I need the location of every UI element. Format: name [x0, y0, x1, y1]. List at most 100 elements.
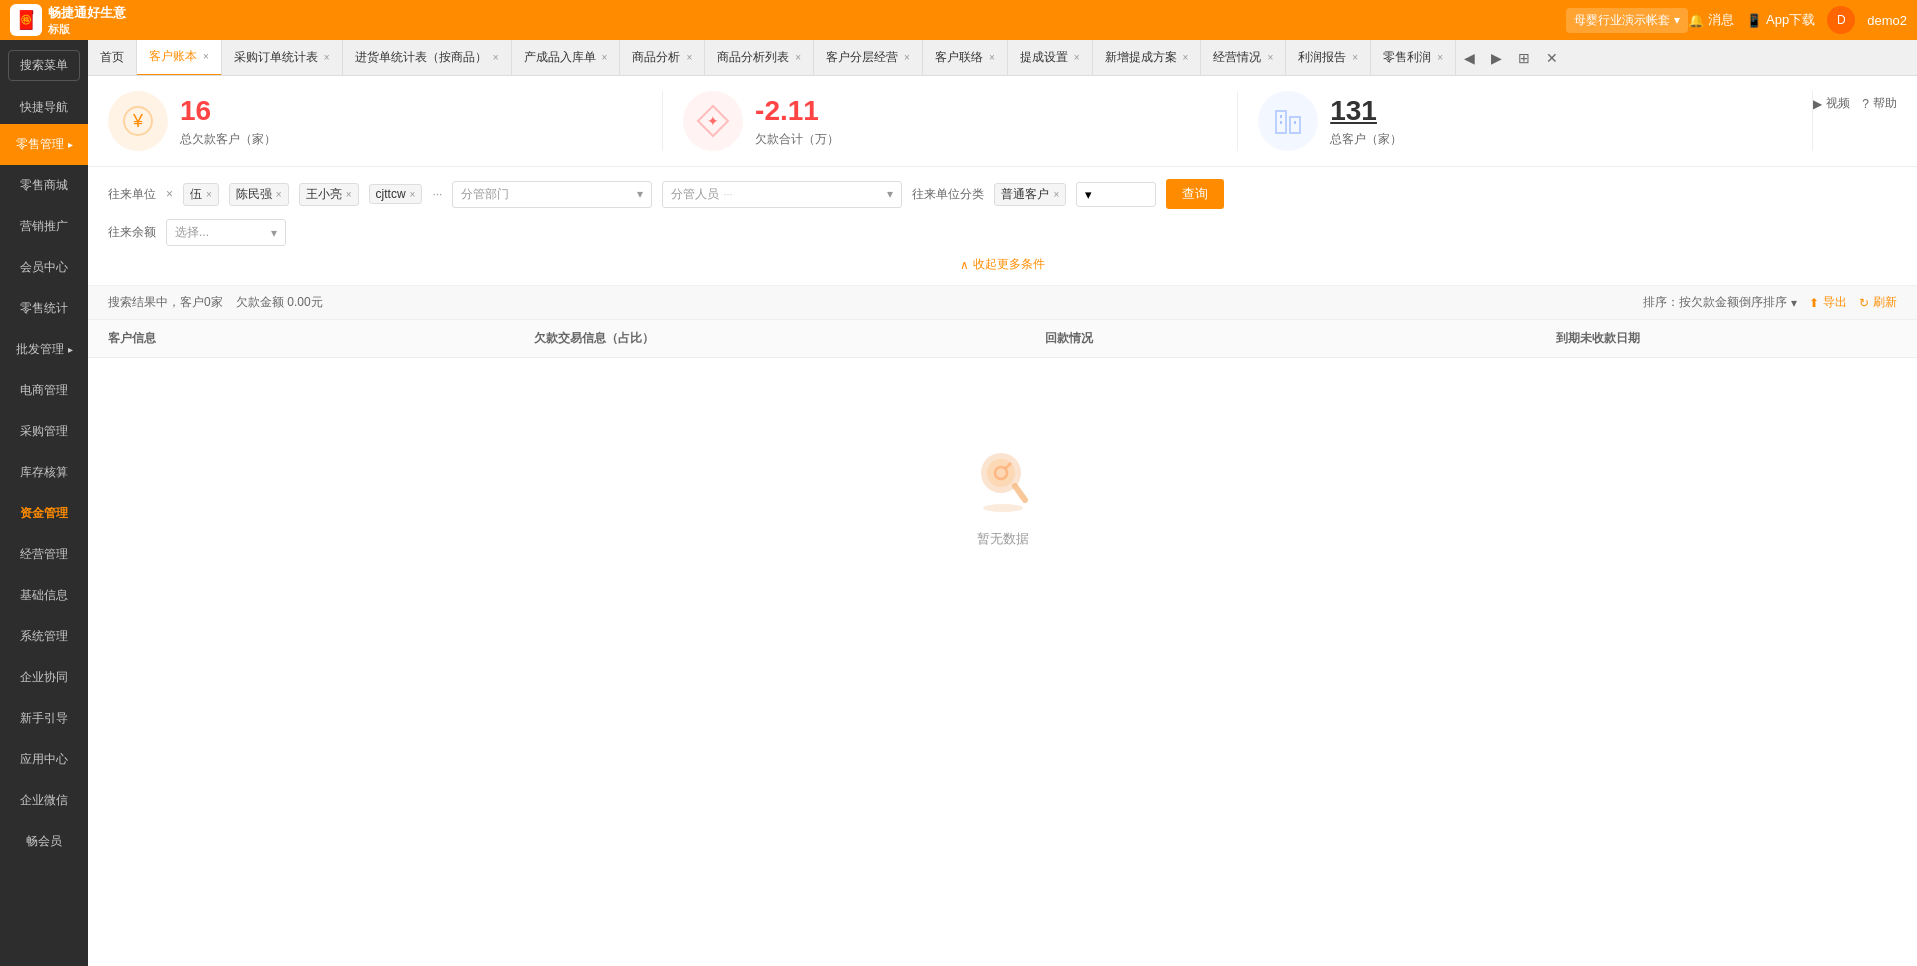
unit-type-dropdown[interactable]: ▾ [1076, 182, 1156, 207]
sidebar-item-enterprise[interactable]: 企业协同 [0, 657, 88, 698]
chevron-down-dept: ▾ [637, 187, 643, 201]
tab-retail-profit[interactable]: 零售利润 × [1371, 40, 1456, 76]
sidebar-item-ecommerce[interactable]: 电商管理 [0, 370, 88, 411]
sidebar-item-apps[interactable]: 应用中心 [0, 739, 88, 780]
tab-nav-left[interactable]: ◀ [1456, 50, 1483, 66]
sidebar-item-purchase[interactable]: 采购管理 [0, 411, 88, 452]
close-tab-icon[interactable]: × [1074, 52, 1080, 63]
close-tab-icon[interactable]: × [324, 52, 330, 63]
sort-dropdown[interactable]: 排序：按欠款金额倒序排序 ▾ [1643, 294, 1797, 311]
tab-goods-analysis[interactable]: 商品分析 × [620, 40, 705, 76]
tag-wu[interactable]: 伍 × [183, 183, 219, 206]
tab-close-all-btn[interactable]: ✕ [1538, 50, 1566, 66]
tag-normal-customer[interactable]: 普通客户 × [994, 183, 1066, 206]
tag-wang[interactable]: 王小亮 × [299, 183, 359, 206]
tab-add-commission[interactable]: 新增提成方案 × [1093, 40, 1202, 76]
close-tab-icon[interactable]: × [686, 52, 692, 63]
collapse-row: ∧ 收起更多条件 [108, 256, 1897, 273]
app-download-btn[interactable]: 📱 App下载 [1746, 11, 1815, 29]
close-tab-icon[interactable]: × [795, 52, 801, 63]
more-tags[interactable]: ··· [432, 187, 442, 201]
close-tab-icon[interactable]: × [1352, 52, 1358, 63]
sort-chevron-icon: ▾ [1791, 296, 1797, 310]
debt-icon: ✦ [683, 91, 743, 151]
tab-profit-report[interactable]: 利润报告 × [1286, 40, 1371, 76]
filter-row-1: 往来单位 × 伍 × 陈民强 × 王小亮 × [108, 179, 1897, 209]
remove-unit-type[interactable]: × [1053, 189, 1059, 200]
sidebar-item-basic-info[interactable]: 基础信息 [0, 575, 88, 616]
messages-btn[interactable]: 🔔 消息 [1688, 11, 1734, 29]
close-tab-icon[interactable]: × [989, 52, 995, 63]
tab-home[interactable]: 首页 [88, 40, 137, 76]
tab-customer-ledger[interactable]: 客户账本 × [137, 40, 222, 76]
dept-select[interactable]: 分管部门 ▾ [452, 181, 652, 208]
tab-nav-right[interactable]: ▶ [1483, 50, 1510, 66]
sidebar-item-marketing[interactable]: 营销推广 [0, 206, 88, 247]
close-tab-icon[interactable]: × [1437, 52, 1443, 63]
stat-amount-info: -2.11 欠款合计（万） [755, 95, 839, 148]
tab-goods-analysis-list[interactable]: 商品分析列表 × [705, 40, 814, 76]
stat-debt-info: 16 总欠款客户（家） [180, 95, 276, 148]
col-header-payment: 回款情况 [1045, 330, 1556, 347]
export-btn[interactable]: ⬆ 导出 [1809, 294, 1847, 311]
tag-chen[interactable]: 陈民强 × [229, 183, 289, 206]
refresh-btn[interactable]: ↻ 刷新 [1859, 294, 1897, 311]
balance-select[interactable]: 选择... ▾ [166, 219, 286, 246]
balance-label: 往来余额 [108, 224, 156, 241]
sidebar-item-finance[interactable]: 资金管理 [0, 493, 88, 534]
total-customers-number: 131 [1330, 95, 1402, 127]
sidebar-item-member[interactable]: 会员中心 [0, 247, 88, 288]
video-link[interactable]: ▶ 视频 [1813, 95, 1850, 112]
tag-cjttcw[interactable]: cjttcw × [369, 184, 423, 204]
sidebar-item-system[interactable]: 系统管理 [0, 616, 88, 657]
person-select[interactable]: 分管人员 ··· ▾ [662, 181, 902, 208]
query-btn[interactable]: 查询 [1166, 179, 1224, 209]
remove-tag-wu[interactable]: × [206, 189, 212, 200]
close-tab-icon[interactable]: × [1267, 52, 1273, 63]
tab-operations[interactable]: 经营情况 × [1201, 40, 1286, 76]
stat-total-customers: 131 总客户（家） [1238, 91, 1813, 151]
remove-tag-wang[interactable]: × [346, 189, 352, 200]
sidebar-item-retail-mgmt[interactable]: 零售管理 ▸ [0, 124, 88, 165]
chevron-down-unit: ▾ [1085, 187, 1092, 202]
tab-production[interactable]: 产成品入库单 × [512, 40, 621, 76]
debt-amount-number: -2.11 [755, 95, 839, 127]
tab-commission-settings[interactable]: 提成设置 × [1008, 40, 1093, 76]
avatar[interactable]: D [1827, 6, 1855, 34]
sidebar-item-retail-mall[interactable]: 零售商城 [0, 165, 88, 206]
sidebar-item-retail-stats[interactable]: 零售统计 [0, 288, 88, 329]
money-icon: ¥ [108, 91, 168, 151]
close-tab-icon[interactable]: × [493, 52, 499, 63]
search-menu-btn[interactable]: 搜索菜单 [8, 50, 80, 81]
sidebar-item-member2[interactable]: 畅会员 [0, 821, 88, 862]
bell-icon: 🔔 [1688, 13, 1704, 28]
stat-debt-amount: ✦ -2.11 欠款合计（万） [663, 91, 1238, 151]
close-tab-icon[interactable]: × [904, 52, 910, 63]
tab-purchase-order-stats[interactable]: 采购订单统计表 × [222, 40, 343, 76]
tab-customer-contact[interactable]: 客户联络 × [923, 40, 1008, 76]
collapse-btn[interactable]: ∧ 收起更多条件 [960, 256, 1045, 273]
quick-nav-btn[interactable]: 快捷导航 [0, 91, 88, 124]
help-icon: ? [1862, 97, 1869, 111]
stat-actions: ▶ 视频 ? 帮助 [1813, 91, 1897, 151]
help-link[interactable]: ? 帮助 [1862, 95, 1897, 112]
sidebar-item-wholesale[interactable]: 批发管理 ▸ [0, 329, 88, 370]
tab-goods-stats[interactable]: 进货单统计表（按商品） × [343, 40, 512, 76]
sidebar-item-operations[interactable]: 经营管理 [0, 534, 88, 575]
sidebar-item-guide[interactable]: 新手引导 [0, 698, 88, 739]
svg-point-8 [983, 504, 1023, 512]
remove-tag-cjttcw[interactable]: × [410, 189, 416, 200]
sidebar-item-wechat[interactable]: 企业微信 [0, 780, 88, 821]
chevron-right-icon: ▸ [68, 139, 73, 150]
tab-expand-btn[interactable]: ⊞ [1510, 50, 1538, 66]
close-tab-icon[interactable]: × [203, 51, 209, 62]
close-tab-icon[interactable]: × [602, 52, 608, 63]
debt-customers-label: 总欠款客户（家） [180, 131, 276, 148]
filter-area: 往来单位 × 伍 × 陈民强 × 王小亮 × [88, 167, 1917, 286]
sidebar-item-inventory[interactable]: 库存核算 [0, 452, 88, 493]
close-tab-icon[interactable]: × [1183, 52, 1189, 63]
account-selector[interactable]: 母婴行业演示帐套 ▾ [1566, 8, 1688, 33]
unit-filter-x: × [166, 187, 173, 201]
remove-tag-chen[interactable]: × [276, 189, 282, 200]
tab-customer-tier[interactable]: 客户分层经营 × [814, 40, 923, 76]
